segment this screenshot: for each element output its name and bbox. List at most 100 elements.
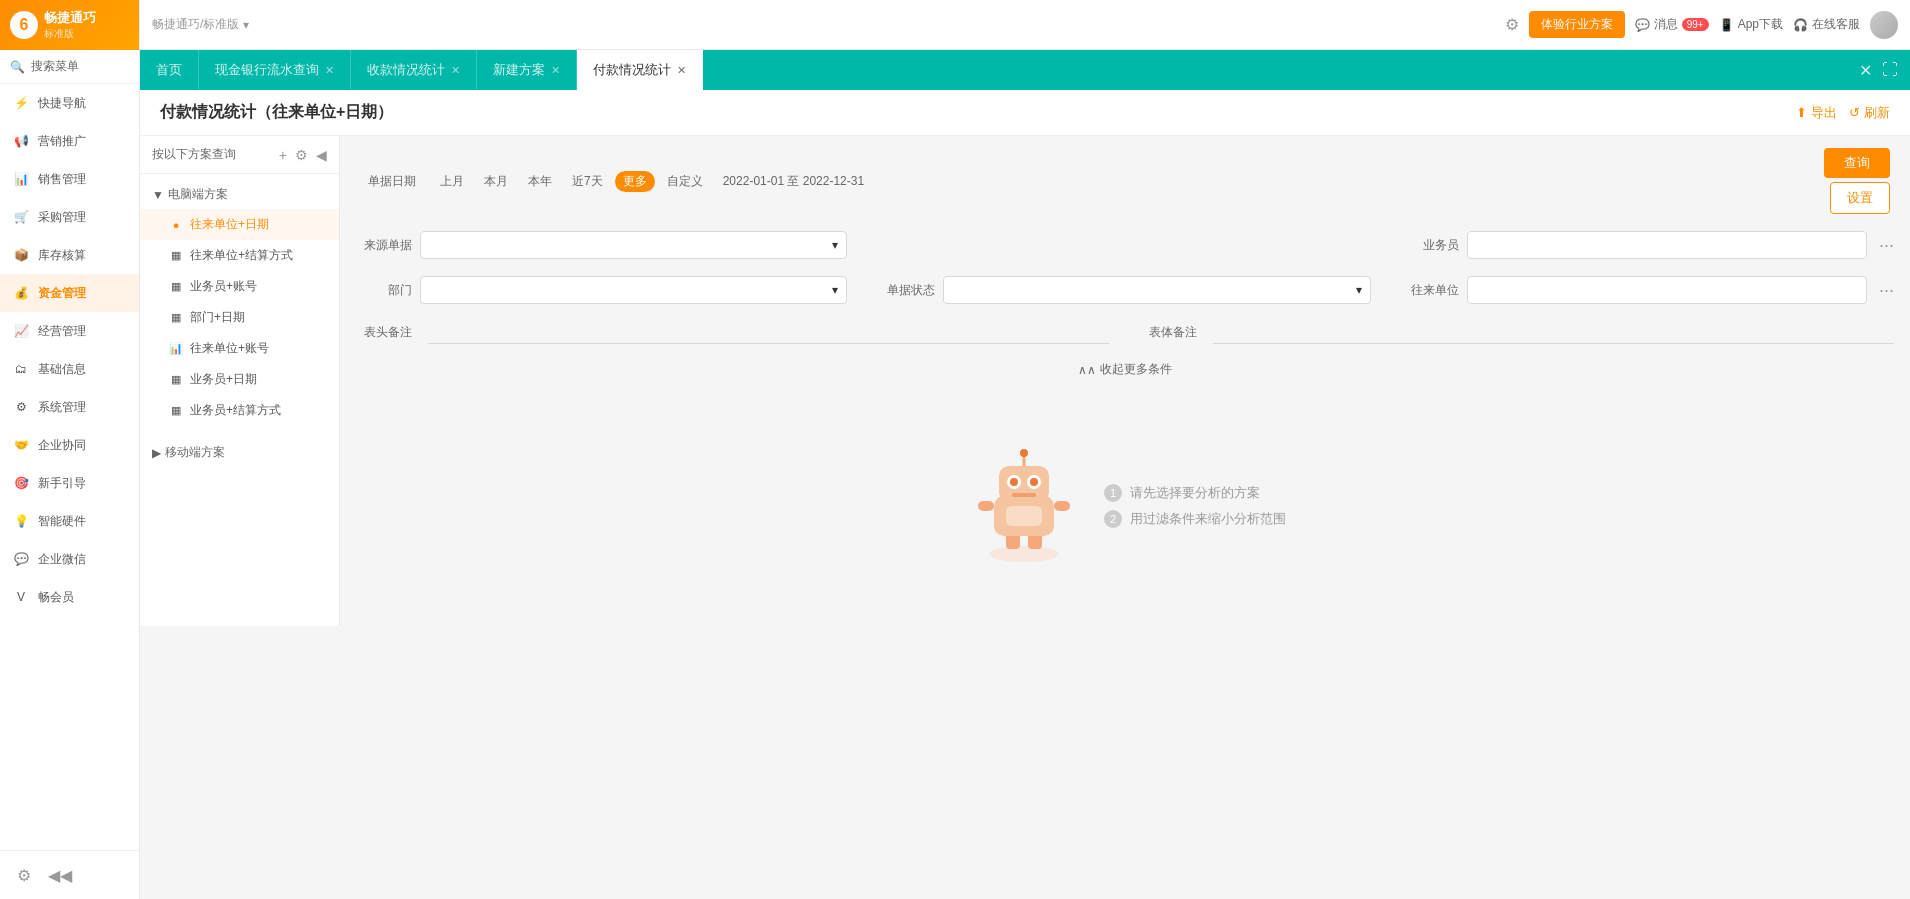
scheme-dept-date[interactable]: ▦ 部门+日期 xyxy=(140,302,339,333)
date-opt-more[interactable]: 更多 xyxy=(615,171,655,192)
sidebar-item-basic-info[interactable]: 🗂 基础信息 xyxy=(0,350,139,388)
app-download-btn[interactable]: 📱 App下载 xyxy=(1719,16,1783,33)
breadcrumb: 畅捷通巧/标准版 ▾ xyxy=(152,16,1495,33)
tab-home[interactable]: 首页 xyxy=(140,50,199,90)
settings-btn[interactable]: 设置 xyxy=(1830,182,1890,214)
search-menu-label: 搜索菜单 xyxy=(31,58,79,75)
scheme-icon: ▦ xyxy=(168,248,184,264)
scheme-unit-account[interactable]: 📊 往来单位+账号 xyxy=(140,333,339,364)
right-panel: 单据日期 上月 本月 本年 近7天 更多 自定义 2022-01-01 至 20… xyxy=(340,136,1910,626)
sidebar-collapse-btn[interactable]: ◀◀ xyxy=(46,861,74,889)
hint-text-1: 请先选择要分析的方案 xyxy=(1130,484,1260,502)
counterpart-select[interactable] xyxy=(1467,276,1867,304)
tab-cash-flow-close[interactable]: ✕ xyxy=(325,64,334,77)
date-options: 上月 本月 本年 近7天 更多 自定义 xyxy=(432,171,711,192)
bill-status-filter-label: 单据状态 xyxy=(879,282,935,299)
hint-num-1: 1 xyxy=(1104,484,1122,502)
mobile-schemes-section: ▶ 移动端方案 xyxy=(140,432,339,473)
trial-btn[interactable]: 体验行业方案 xyxy=(1529,11,1625,38)
sidebar-settings-btn[interactable]: ⚙ xyxy=(10,861,38,889)
export-btn[interactable]: ⬆ 导出 xyxy=(1796,104,1837,122)
bill-status-dropdown-icon: ▾ xyxy=(1356,283,1362,297)
maximize-btn[interactable]: ⛶ xyxy=(1882,61,1898,79)
main-area: 畅捷通巧/标准版 ▾ ⚙ 体验行业方案 💬 消息 99+ 📱 App下载 🎧 在… xyxy=(140,0,1910,899)
panel-collapse-btn[interactable]: ◀ xyxy=(316,147,327,163)
sidebar-item-smart-hw[interactable]: 💡 智能硬件 xyxy=(0,502,139,540)
collapse-filters-btn[interactable]: ∧∧ 收起更多条件 xyxy=(340,353,1910,386)
scheme-unit-payment[interactable]: ▦ 往来单位+结算方式 xyxy=(140,240,339,271)
breadcrumb-text: 畅捷通巧/标准版 xyxy=(152,16,239,33)
user-avatar[interactable] xyxy=(1870,11,1898,39)
topbar-settings-icon[interactable]: ⚙ xyxy=(1505,15,1519,34)
scheme-icon: ▦ xyxy=(168,279,184,295)
search-menu[interactable]: 🔍 搜索菜单 xyxy=(0,50,139,84)
date-opt-custom[interactable]: 自定义 xyxy=(659,171,711,192)
empty-hints: 1 请先选择要分析的方案 2 用过滤条件来缩小分析范围 xyxy=(1104,484,1286,528)
sidebar-item-label: 资金管理 xyxy=(38,285,86,302)
sidebar-item-finance[interactable]: 💰 资金管理 xyxy=(0,274,139,312)
left-panel-header-actions: + ⚙ ◀ xyxy=(279,147,327,163)
sidebar-item-member[interactable]: V 畅会员 xyxy=(0,578,139,616)
tab-cash-flow[interactable]: 现金银行流水查询 ✕ xyxy=(199,50,351,90)
sidebar-item-guide[interactable]: 🎯 新手引导 xyxy=(0,464,139,502)
scheme-staff-payment[interactable]: ▦ 业务员+结算方式 xyxy=(140,395,339,426)
sidebar-item-system[interactable]: ⚙ 系统管理 xyxy=(0,388,139,426)
header-remark-input[interactable] xyxy=(428,321,1109,344)
scheme-unit-date[interactable]: ● 往来单位+日期 xyxy=(140,209,339,240)
staff-dots-btn[interactable]: ··· xyxy=(1879,235,1894,256)
add-scheme-btn[interactable]: + xyxy=(279,147,287,163)
close-window-btn[interactable]: ✕ xyxy=(1859,61,1872,80)
refresh-btn[interactable]: ↺ 刷新 xyxy=(1849,104,1890,122)
desktop-schemes-title[interactable]: ▼ 电脑端方案 xyxy=(140,180,339,209)
scheme-staff-account[interactable]: ▦ 业务员+账号 xyxy=(140,271,339,302)
query-btn[interactable]: 查询 xyxy=(1824,148,1890,178)
date-opt-this-year[interactable]: 本年 xyxy=(520,171,560,192)
sidebar-item-wechat[interactable]: 💬 企业微信 xyxy=(0,540,139,578)
quick-nav-icon: ⚡ xyxy=(12,94,30,112)
tab-new-plan-close[interactable]: ✕ xyxy=(551,64,560,77)
source-select[interactable]: ▾ xyxy=(420,231,847,259)
app-download-label: App下载 xyxy=(1738,16,1783,33)
hint-item-1: 1 请先选择要分析的方案 xyxy=(1104,484,1286,502)
tab-receipt-stats[interactable]: 收款情况统计 ✕ xyxy=(351,50,477,90)
counterpart-dots-btn[interactable]: ··· xyxy=(1879,280,1894,301)
purchase-icon: 🛒 xyxy=(12,208,30,226)
bill-status-select[interactable]: ▾ xyxy=(943,276,1370,304)
body-remark-input[interactable] xyxy=(1213,321,1894,344)
sidebar-item-inventory[interactable]: 📦 库存核算 xyxy=(0,236,139,274)
dept-filter-label: 部门 xyxy=(356,282,412,299)
robot-illustration xyxy=(964,446,1084,566)
message-btn[interactable]: 💬 消息 99+ xyxy=(1635,16,1709,33)
online-service-btn[interactable]: 🎧 在线客服 xyxy=(1793,16,1860,33)
scheme-settings-btn[interactable]: ⚙ xyxy=(295,147,308,163)
mobile-schemes-title[interactable]: ▶ 移动端方案 xyxy=(140,438,339,467)
sidebar-item-operations[interactable]: 📈 经营管理 xyxy=(0,312,139,350)
sidebar: 6 畅捷通巧 标准版 🔍 搜索菜单 ⚡ 快捷导航 📢 营销推广 📊 销售管理 🛒… xyxy=(0,0,140,899)
dept-select[interactable]: ▾ xyxy=(420,276,847,304)
operations-icon: 📈 xyxy=(12,322,30,340)
sidebar-item-marketing[interactable]: 📢 营销推广 xyxy=(0,122,139,160)
breadcrumb-dropdown-icon[interactable]: ▾ xyxy=(243,18,249,32)
date-opt-last7[interactable]: 近7天 xyxy=(564,171,611,192)
scheme-icon: ▦ xyxy=(168,372,184,388)
tab-payment-stats[interactable]: 付款情况统计 ✕ xyxy=(577,50,703,90)
sidebar-item-sales[interactable]: 📊 销售管理 xyxy=(0,160,139,198)
staff-select[interactable] xyxy=(1467,231,1867,259)
tab-new-plan[interactable]: 新建方案 ✕ xyxy=(477,50,577,90)
finance-icon: 💰 xyxy=(12,284,30,302)
tab-payment-stats-close[interactable]: ✕ xyxy=(677,64,686,77)
basic-info-icon: 🗂 xyxy=(12,360,30,378)
sidebar-item-quick-nav[interactable]: ⚡ 快捷导航 xyxy=(0,84,139,122)
sidebar-item-label: 企业微信 xyxy=(38,551,86,568)
page-header-actions: ⬆ 导出 ↺ 刷新 xyxy=(1796,104,1890,122)
message-label: 消息 xyxy=(1654,16,1678,33)
date-opt-last-month[interactable]: 上月 xyxy=(432,171,472,192)
scheme-staff-date[interactable]: ▦ 业务员+日期 xyxy=(140,364,339,395)
date-opt-this-month[interactable]: 本月 xyxy=(476,171,516,192)
content-area: 付款情况统计（往来单位+日期） ⬆ 导出 ↺ 刷新 按以下方案查询 + xyxy=(140,90,1910,899)
sidebar-item-purchase[interactable]: 🛒 采购管理 xyxy=(0,198,139,236)
enterprise-icon: 🤝 xyxy=(12,436,30,454)
tab-receipt-stats-close[interactable]: ✕ xyxy=(451,64,460,77)
desktop-expand-icon: ▼ xyxy=(152,188,164,202)
sidebar-item-enterprise[interactable]: 🤝 企业协同 xyxy=(0,426,139,464)
